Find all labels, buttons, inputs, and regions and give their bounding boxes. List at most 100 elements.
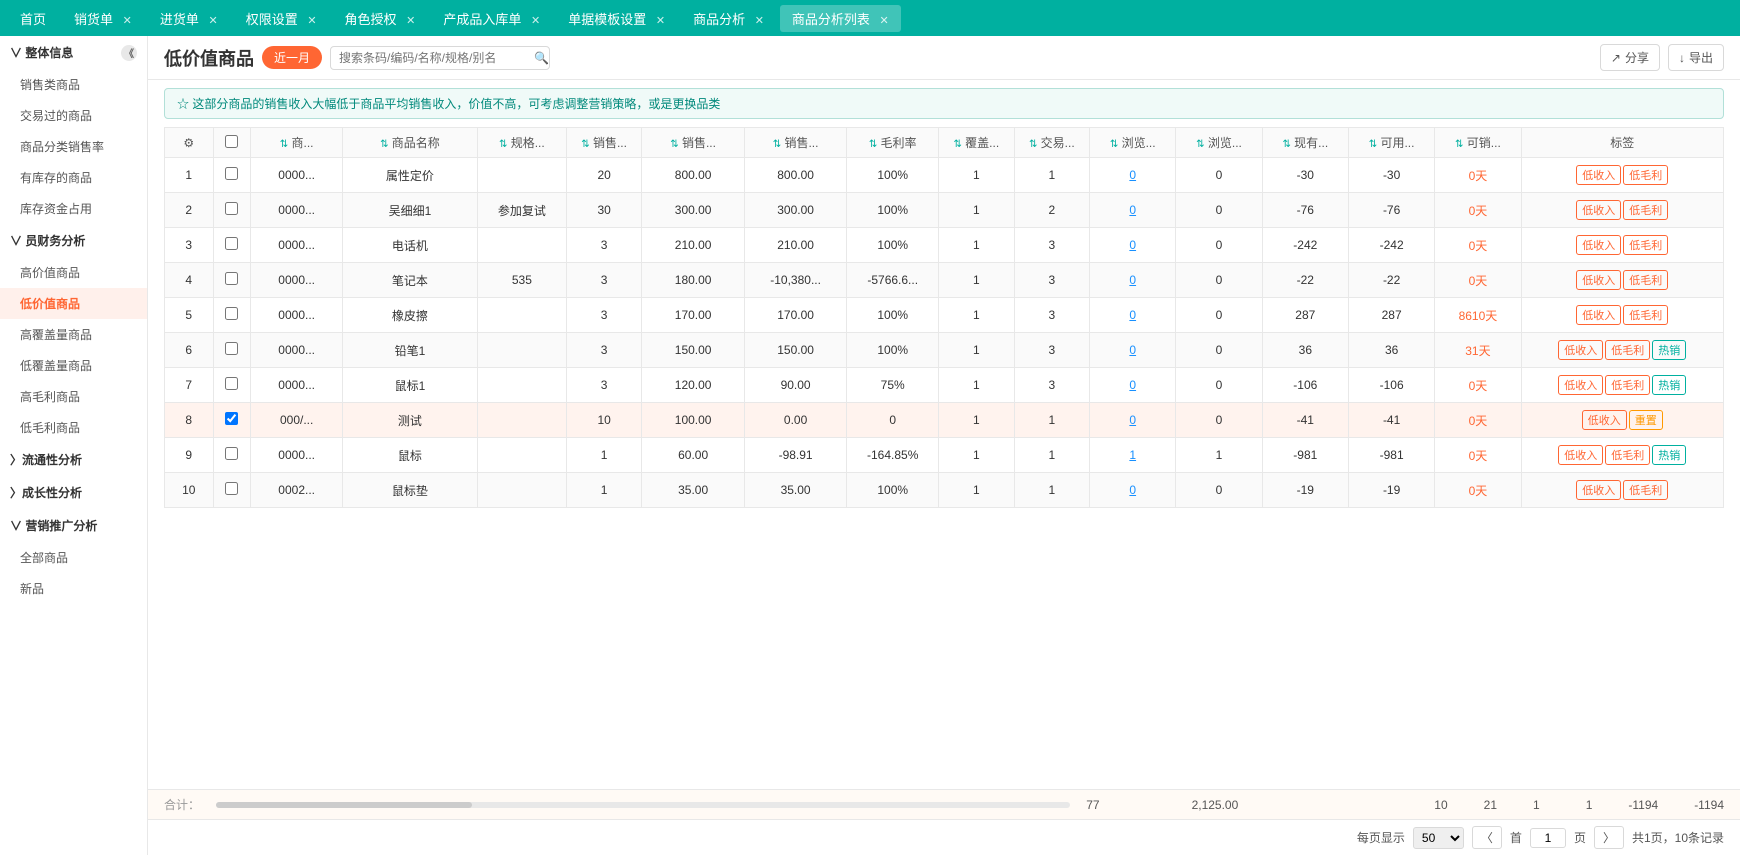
col-header-trade[interactable]: ⇅ 交易... — [1014, 128, 1090, 158]
sidebar-item-with-stock[interactable]: 有库存的商品 — [0, 162, 147, 193]
row-check[interactable] — [213, 333, 251, 368]
row-browse1[interactable]: 0 — [1090, 333, 1176, 368]
col-header-sale3[interactable]: ⇅ 销售... — [744, 128, 846, 158]
row-checkbox[interactable] — [225, 202, 238, 215]
browse1-link[interactable]: 0 — [1129, 413, 1136, 427]
nav-permissions[interactable]: 权限设置 ✕ — [234, 5, 329, 32]
page-input[interactable] — [1530, 828, 1566, 848]
browse1-link[interactable]: 0 — [1129, 483, 1136, 497]
row-check[interactable] — [213, 473, 251, 508]
row-checkbox[interactable] — [225, 412, 238, 425]
browse1-link[interactable]: 0 — [1129, 273, 1136, 287]
row-browse1[interactable]: 0 — [1090, 158, 1176, 193]
row-check[interactable] — [213, 298, 251, 333]
sidebar-item-sales-goods[interactable]: 销售类商品 — [0, 69, 147, 100]
nav-roles[interactable]: 角色授权 ✕ — [333, 5, 428, 32]
col-header-sale2[interactable]: ⇅ 销售... — [642, 128, 744, 158]
share-button[interactable]: ↗ 分享 — [1600, 44, 1660, 71]
col-header-cover[interactable]: ⇅ 覆盖... — [939, 128, 1015, 158]
sidebar-item-high-margin[interactable]: 高毛利商品 — [0, 381, 147, 412]
browse1-link[interactable]: 0 — [1129, 238, 1136, 252]
sidebar-item-low-coverage[interactable]: 低覆盖量商品 — [0, 350, 147, 381]
row-browse1[interactable]: 1 — [1090, 438, 1176, 473]
row-checkbox[interactable] — [225, 307, 238, 320]
next-page-btn[interactable]: 〉 — [1594, 826, 1624, 849]
row-checkbox[interactable] — [225, 482, 238, 495]
col-header-current[interactable]: ⇅ 现有... — [1262, 128, 1348, 158]
row-browse1[interactable]: 0 — [1090, 193, 1176, 228]
row-check[interactable] — [213, 403, 251, 438]
row-checkbox[interactable] — [225, 272, 238, 285]
sidebar-group-growth[interactable]: 〉成长性分析 — [0, 476, 147, 509]
close-roles[interactable]: ✕ — [406, 15, 415, 27]
close-purchase[interactable]: ✕ — [208, 15, 217, 27]
browse1-link[interactable]: 0 — [1129, 343, 1136, 357]
sidebar-item-low-margin[interactable]: 低毛利商品 — [0, 412, 147, 443]
close-analysis-list[interactable]: ✕ — [880, 15, 889, 27]
browse1-link[interactable]: 0 — [1129, 203, 1136, 217]
nav-products[interactable]: 产成品入库单 ✕ — [431, 5, 552, 32]
sidebar-item-all-goods[interactable]: 全部商品 — [0, 542, 147, 573]
sidebar-item-category-rate[interactable]: 商品分类销售率 — [0, 131, 147, 162]
sidebar-group-overall[interactable]: ∨ 整体信息 《 — [0, 36, 147, 69]
footer-scrollbar[interactable] — [216, 802, 1070, 808]
nav-templates[interactable]: 单据模板设置 ✕ — [556, 5, 677, 32]
sidebar-item-high-value[interactable]: 高价值商品 — [0, 257, 147, 288]
sidebar-group-marketing[interactable]: ∨ 营销推广分析 — [0, 509, 147, 542]
row-browse1[interactable]: 0 — [1090, 263, 1176, 298]
first-page-btn[interactable]: 〈 — [1472, 826, 1502, 849]
filter-button[interactable]: 近一月 — [262, 46, 322, 69]
sidebar-item-low-value[interactable]: 低价值商品 — [0, 288, 147, 319]
row-browse1[interactable]: 0 — [1090, 368, 1176, 403]
close-sales[interactable]: ✕ — [123, 15, 132, 27]
row-browse1[interactable]: 0 — [1090, 298, 1176, 333]
row-browse1[interactable]: 0 — [1090, 473, 1176, 508]
row-checkbox[interactable] — [225, 237, 238, 250]
export-button[interactable]: ↓ 导出 — [1668, 44, 1724, 71]
row-check[interactable] — [213, 228, 251, 263]
collapse-overall-btn[interactable]: 《 — [121, 45, 137, 61]
nav-purchase[interactable]: 进货单 ✕ — [148, 5, 230, 32]
browse1-link[interactable]: 1 — [1129, 448, 1136, 462]
col-header-name[interactable]: ⇅ 商品名称 — [343, 128, 478, 158]
search-icon[interactable]: 🔍 — [534, 51, 549, 65]
col-header-browse1[interactable]: ⇅ 浏览... — [1090, 128, 1176, 158]
sidebar-item-traded[interactable]: 交易过的商品 — [0, 100, 147, 131]
row-check[interactable] — [213, 263, 251, 298]
sidebar-item-stock-funds[interactable]: 库存资金占用 — [0, 193, 147, 224]
search-input[interactable] — [330, 46, 550, 70]
row-check[interactable] — [213, 368, 251, 403]
close-analysis[interactable]: ✕ — [755, 15, 764, 27]
sidebar-group-financial[interactable]: ∨ 员财务分析 — [0, 224, 147, 257]
nav-sales[interactable]: 销货单 ✕ — [62, 5, 144, 32]
nav-analysis[interactable]: 商品分析 ✕ — [681, 5, 776, 32]
row-checkbox[interactable] — [225, 342, 238, 355]
per-page-select[interactable]: 50 100 200 — [1413, 827, 1464, 849]
col-header-code[interactable]: ⇅ 商... — [251, 128, 343, 158]
close-products[interactable]: ✕ — [531, 15, 540, 27]
browse1-link[interactable]: 0 — [1129, 168, 1136, 182]
col-header-gross[interactable]: ⇅ 毛利率 — [847, 128, 939, 158]
row-check[interactable] — [213, 158, 251, 193]
close-templates[interactable]: ✕ — [656, 15, 665, 27]
row-checkbox[interactable] — [225, 167, 238, 180]
col-header-sale1[interactable]: ⇅ 销售... — [566, 128, 642, 158]
browse1-link[interactable]: 0 — [1129, 308, 1136, 322]
col-header-browse2[interactable]: ⇅ 浏览... — [1176, 128, 1262, 158]
nav-analysis-list[interactable]: 商品分析列表 ✕ — [780, 5, 901, 32]
nav-home[interactable]: 首页 — [8, 5, 58, 32]
row-check[interactable] — [213, 438, 251, 473]
close-permissions[interactable]: ✕ — [307, 15, 316, 27]
sidebar-item-new-goods[interactable]: 新品 — [0, 573, 147, 604]
row-check[interactable] — [213, 193, 251, 228]
sidebar-item-high-coverage[interactable]: 高覆盖量商品 — [0, 319, 147, 350]
col-header-sell[interactable]: ⇅ 可销... — [1435, 128, 1521, 158]
col-header-check[interactable] — [213, 128, 251, 158]
browse1-link[interactable]: 0 — [1129, 378, 1136, 392]
sidebar-group-circulation[interactable]: 〉流通性分析 — [0, 443, 147, 476]
row-checkbox[interactable] — [225, 377, 238, 390]
row-browse1[interactable]: 0 — [1090, 403, 1176, 438]
col-header-settings[interactable]: ⚙ — [165, 128, 214, 158]
row-checkbox[interactable] — [225, 447, 238, 460]
select-all-checkbox[interactable] — [225, 135, 238, 148]
